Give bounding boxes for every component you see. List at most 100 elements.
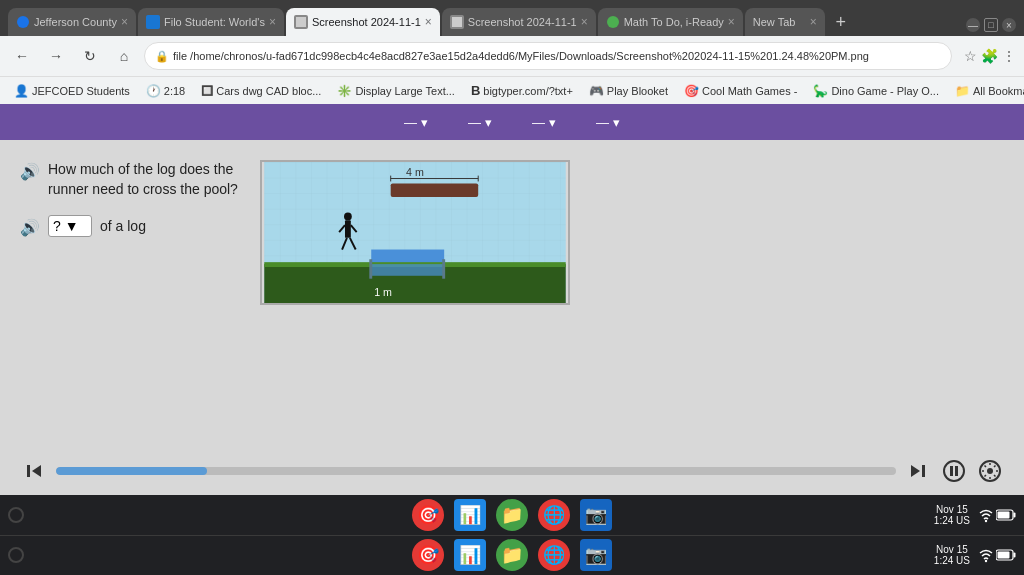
- tab-screenshot-2[interactable]: Screenshot 2024-11-1 ×: [442, 8, 596, 36]
- tab-close-4[interactable]: ×: [581, 15, 588, 29]
- svg-point-31: [944, 461, 964, 481]
- minimize-button[interactable]: —: [966, 18, 980, 32]
- pool-image-panel: 4 m: [260, 160, 580, 315]
- browser-window: Jefferson County × Filo Student: World's…: [0, 0, 1024, 575]
- svg-marker-30: [911, 465, 920, 477]
- tab-close-6[interactable]: ×: [810, 15, 817, 29]
- svg-rect-27: [27, 465, 30, 477]
- taskbar-app-4-row2[interactable]: 🌐: [538, 539, 570, 571]
- bookmarks-bar: 👤 JEFCOED Students 🕐 2:18 🔲 Cars dwg CAD…: [0, 76, 1024, 104]
- skip-forward-button[interactable]: [904, 457, 932, 485]
- home-button[interactable]: ⌂: [110, 42, 138, 70]
- speaker-icon-2[interactable]: 🔊: [20, 218, 40, 237]
- taskbar-app-4-row1[interactable]: 🌐: [538, 499, 570, 531]
- tab-favicon-4: [450, 15, 464, 29]
- skip-back-button[interactable]: [20, 457, 48, 485]
- dropdown-arrow-icon: ▼: [65, 218, 79, 234]
- edu-nav-item-2[interactable]: — ▾: [468, 115, 492, 130]
- edu-nav-item-1[interactable]: — ▾: [404, 115, 428, 130]
- taskbar-app-3-row2[interactable]: 📁: [496, 539, 528, 571]
- reload-button[interactable]: ↻: [76, 42, 104, 70]
- taskbar-app-5-row1[interactable]: 📷: [580, 499, 612, 531]
- system-indicator-2[interactable]: [8, 547, 24, 563]
- settings-icon: [979, 460, 1001, 482]
- taskbar-app-2-row1[interactable]: 📊: [454, 499, 486, 531]
- bookmark-label-time: 2:18: [164, 85, 185, 97]
- bookmark-dino[interactable]: 🦕 Dino Game - Play O...: [807, 82, 945, 100]
- edu-nav-item-4[interactable]: — ▾: [596, 115, 620, 130]
- bookmark-icon-bigtyper: B: [471, 83, 480, 98]
- bookmark-jefcoed[interactable]: 👤 JEFCOED Students: [8, 82, 136, 100]
- taskbar-time-2: 1:24 US: [934, 555, 970, 566]
- progress-bar-container[interactable]: [56, 467, 896, 475]
- tab-bar: Jefferson County × Filo Student: World's…: [0, 0, 1024, 36]
- bookmark-icon-all: 📁: [955, 84, 970, 98]
- taskbar-right-2: Nov 15 1:24 US: [934, 544, 1016, 566]
- taskbar-apps-row-1: 🎯 📊 📁 🌐 📷: [412, 499, 612, 531]
- bookmark-cars[interactable]: 🔲 Cars dwg CAD bloc...: [195, 83, 327, 99]
- bookmark-display[interactable]: ✳️ Display Large Text...: [331, 82, 460, 100]
- bookmark-bigtyper[interactable]: B bigtyper.com/?txt+: [465, 81, 579, 100]
- bookmark-icon-cars: 🔲: [201, 85, 213, 96]
- bookmark-blooket[interactable]: 🎮 Play Blooket: [583, 82, 674, 100]
- tab-close-5[interactable]: ×: [728, 15, 735, 29]
- tab-label-4: Screenshot 2024-11-1: [468, 16, 577, 28]
- svg-rect-23: [371, 264, 444, 276]
- tab-filo[interactable]: Filo Student: World's ×: [138, 8, 284, 36]
- maximize-button[interactable]: □: [984, 18, 998, 32]
- bookmark-label-dino: Dino Game - Play O...: [831, 85, 939, 97]
- close-button[interactable]: ×: [1002, 18, 1016, 32]
- answer-suffix: of a log: [100, 218, 146, 234]
- menu-icon[interactable]: ⋮: [1002, 48, 1016, 64]
- url-bar[interactable]: 🔒 file /home/chronos/u-fad671dc998ecb4c4…: [144, 42, 952, 70]
- tab-screenshot-1[interactable]: Screenshot 2024-11-1 ×: [286, 8, 440, 36]
- bookmark-label-display: Display Large Text...: [355, 85, 454, 97]
- svg-rect-5: [452, 17, 462, 27]
- tab-new[interactable]: New Tab ×: [745, 8, 825, 36]
- bookmark-icon-jefcoed: 👤: [14, 84, 29, 98]
- lock-icon: 🔒: [155, 50, 169, 63]
- taskbar-right-1: Nov 15 1:24 US: [934, 504, 1016, 526]
- forward-button[interactable]: →: [42, 42, 70, 70]
- bookmark-icon-display: ✳️: [337, 84, 352, 98]
- address-bar: ← → ↻ ⌂ 🔒 file /home/chronos/u-fad671dc9…: [0, 36, 1024, 76]
- tab-close-2[interactable]: ×: [269, 15, 276, 29]
- pause-button[interactable]: [940, 457, 968, 485]
- tab-math[interactable]: Math To Do, i-Ready ×: [598, 8, 743, 36]
- tab-favicon-5: [606, 15, 620, 29]
- svg-point-40: [985, 560, 987, 562]
- svg-point-35: [987, 468, 993, 474]
- speaker-icon[interactable]: 🔊: [20, 162, 40, 181]
- svg-rect-1: [146, 15, 160, 29]
- bookmark-label-jefcoed: JEFCOED Students: [32, 85, 130, 97]
- address-bar-icons: ☆ 🧩 ⋮: [964, 48, 1016, 64]
- extensions-icon[interactable]: 🧩: [981, 48, 998, 64]
- bookmark-star-icon[interactable]: ☆: [964, 48, 977, 64]
- taskbar-icons-1: [978, 507, 1016, 523]
- taskbar-app-3-row1[interactable]: 📁: [496, 499, 528, 531]
- taskbar-row-2: 🎯 📊 📁 🌐 📷 Nov 15 1:24 US: [0, 535, 1024, 575]
- tab-close-1[interactable]: ×: [121, 15, 128, 29]
- media-bar: [0, 447, 1024, 495]
- edu-nav-item-3[interactable]: — ▾: [532, 115, 556, 130]
- tab-jefferson-county[interactable]: Jefferson County ×: [8, 8, 136, 36]
- new-tab-button[interactable]: +: [827, 8, 855, 36]
- settings-button[interactable]: [976, 457, 1004, 485]
- bookmark-all[interactable]: 📁 All Bookmarks: [949, 82, 1024, 100]
- answer-dropdown[interactable]: ? ▼: [48, 215, 92, 237]
- bookmark-coolmath[interactable]: 🎯 Cool Math Games -: [678, 82, 803, 100]
- edu-nav-arrow-4: ▾: [613, 115, 620, 130]
- bookmark-time[interactable]: 🕐 2:18: [140, 82, 191, 100]
- tab-close-3[interactable]: ×: [425, 15, 432, 29]
- svg-point-0: [17, 16, 29, 28]
- system-indicator-1[interactable]: [8, 507, 24, 523]
- wifi-icon-1: [978, 507, 994, 523]
- taskbar-app-1-row1[interactable]: 🎯: [412, 499, 444, 531]
- taskbar-app-2-row2[interactable]: 📊: [454, 539, 486, 571]
- back-button[interactable]: ←: [8, 42, 36, 70]
- taskbar-app-5-row2[interactable]: 📷: [580, 539, 612, 571]
- taskbar-status-area-2: Nov 15 1:24 US: [934, 544, 970, 566]
- taskbar-app-1-row2[interactable]: 🎯: [412, 539, 444, 571]
- bookmark-icon-blooket: 🎮: [589, 84, 604, 98]
- edu-nav-label-4: —: [596, 115, 609, 130]
